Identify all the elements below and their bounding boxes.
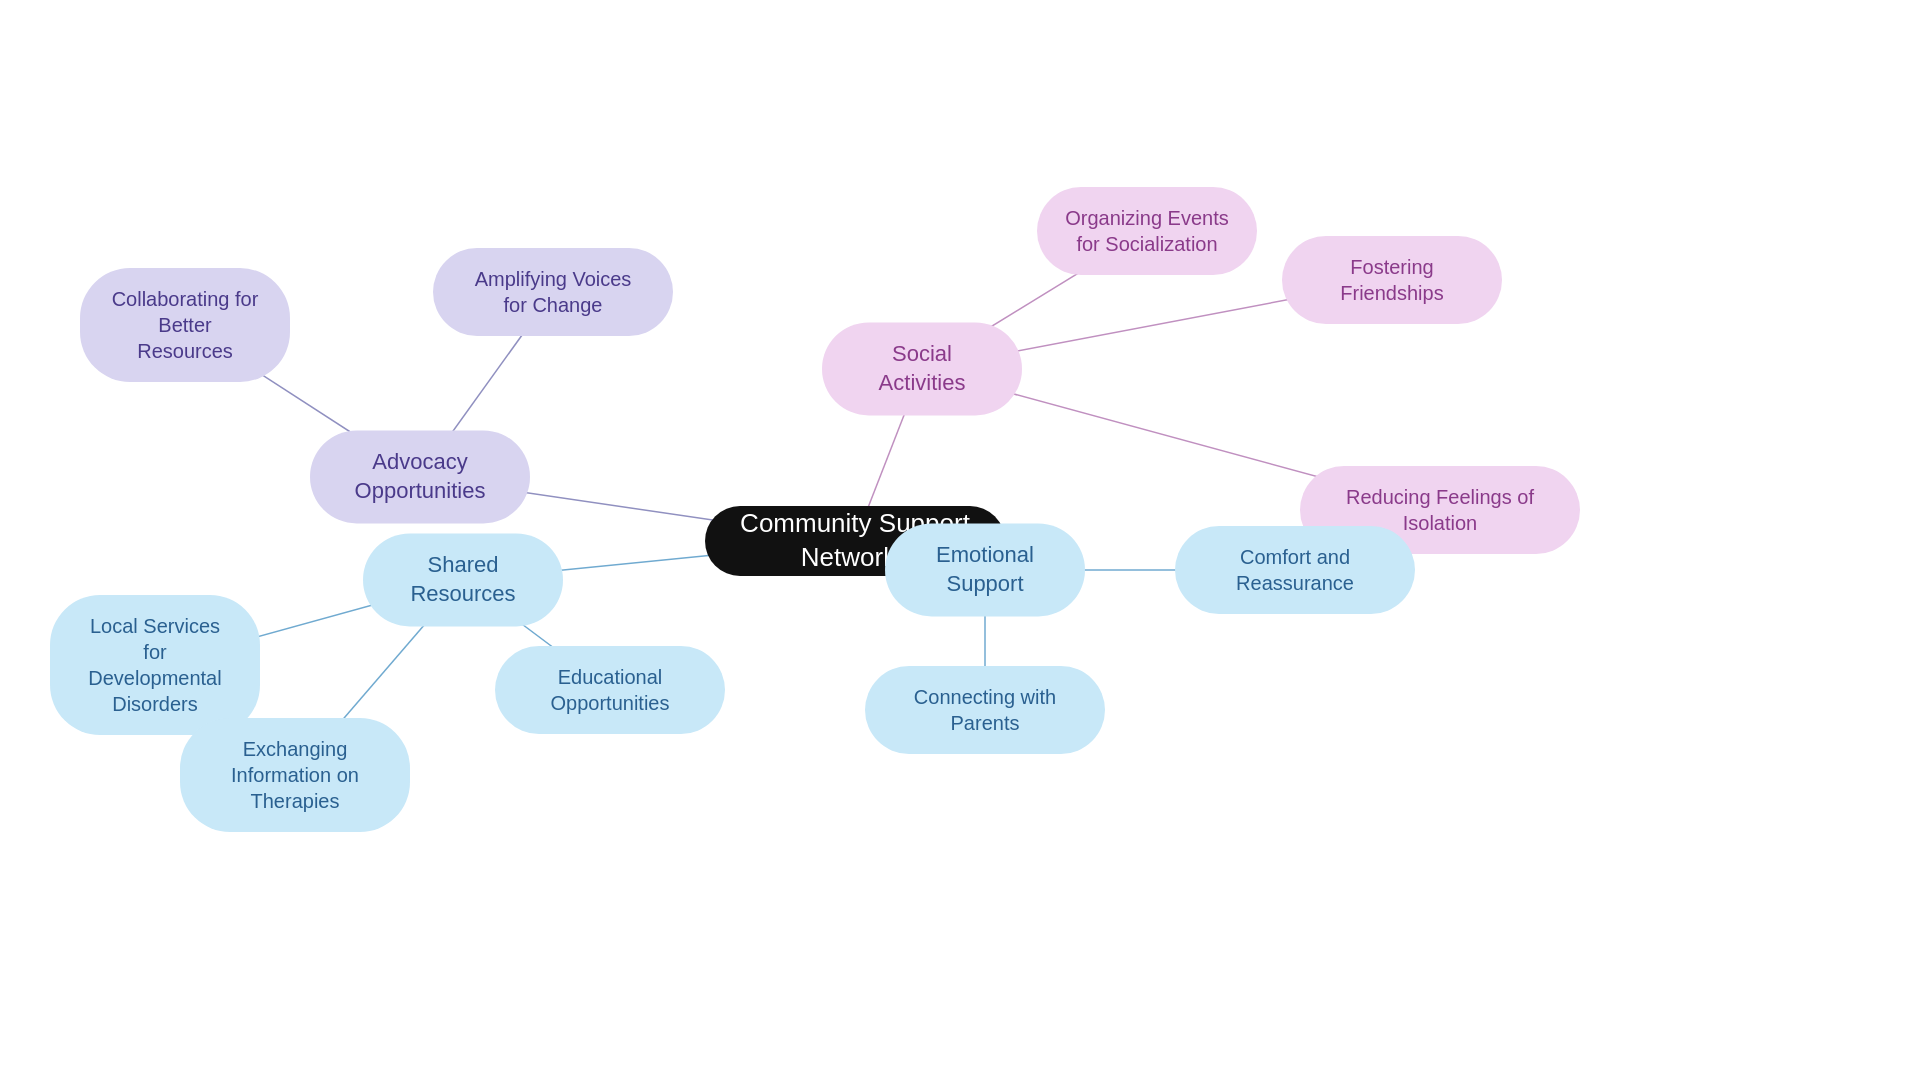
amplifying-node: Amplifying Voices for Change [433,248,673,336]
social-node: Social Activities [822,322,1022,415]
emotional-node: Emotional Support [885,523,1085,616]
local-node: Local Services for Developmental Disorde… [50,595,260,735]
exchanging-node: Exchanging Information on Therapies [180,718,410,832]
organizing-node: Organizing Events for Socialization [1037,187,1257,275]
educational-node: Educational Opportunities [495,646,725,734]
advocacy-node: Advocacy Opportunities [310,430,530,523]
shared-node: Shared Resources [363,533,563,626]
connecting-node: Connecting with Parents [865,666,1105,754]
fostering-node: Fostering Friendships [1282,236,1502,324]
comfort-node: Comfort and Reassurance [1175,526,1415,614]
collaborating-node: Collaborating for Better Resources [80,268,290,382]
